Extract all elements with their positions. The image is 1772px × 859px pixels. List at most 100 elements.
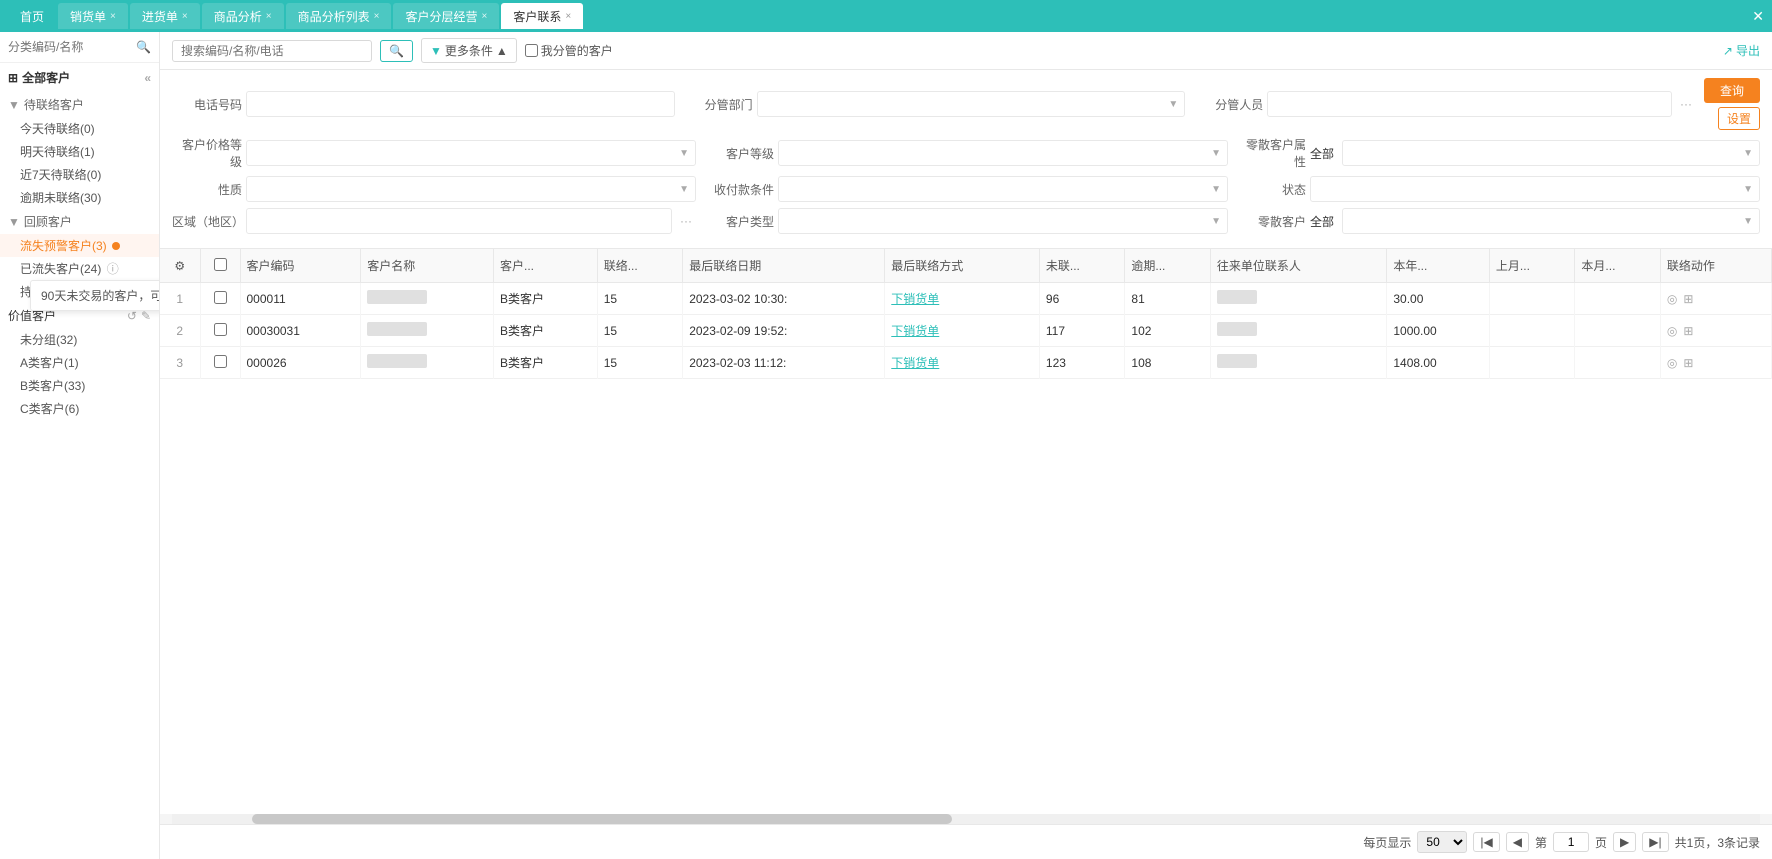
col-customer-type[interactable]: 客户... bbox=[494, 249, 598, 283]
per-page-select[interactable]: 50 100 bbox=[1417, 831, 1467, 853]
col-contact-count[interactable]: 联络... bbox=[597, 249, 683, 283]
col-action[interactable]: 联络动作 bbox=[1660, 249, 1771, 283]
row-last-month bbox=[1489, 315, 1575, 347]
col-overdue[interactable]: 逾期... bbox=[1125, 249, 1211, 283]
tab-product-analysis[interactable]: 商品分析 × bbox=[202, 3, 284, 29]
region-select[interactable] bbox=[246, 208, 672, 234]
dept-select[interactable]: ▼ bbox=[757, 91, 1186, 117]
sidebar-item-churned[interactable]: 已流失客户(24) ⓘ bbox=[0, 257, 159, 280]
close-tab-customer-contact[interactable]: × bbox=[565, 11, 571, 22]
query-button[interactable]: 查询 bbox=[1704, 78, 1760, 103]
last-page-button[interactable]: ▶| bbox=[1642, 832, 1668, 852]
more-action-icon[interactable]: ⊞ bbox=[1683, 356, 1693, 370]
col-code[interactable]: 客户编码 bbox=[240, 249, 361, 283]
sidebar-search-input[interactable] bbox=[8, 40, 132, 54]
row-action[interactable]: ◎ ⊞ bbox=[1660, 283, 1771, 315]
sidebar-item-ungrouped[interactable]: 未分组(32) bbox=[0, 328, 159, 351]
row-last-method[interactable]: 下销货单 bbox=[885, 347, 1040, 379]
customer-type-chevron: ▼ bbox=[1211, 216, 1221, 227]
tab-product-analysis-list[interactable]: 商品分析列表 × bbox=[286, 3, 392, 29]
more-action-icon[interactable]: ⊞ bbox=[1683, 324, 1693, 338]
sidebar-all-customers[interactable]: ⊞ 全部客户 « bbox=[0, 63, 159, 92]
customer-level-select[interactable]: ▼ bbox=[778, 140, 1228, 166]
tab-customer-layer[interactable]: 客户分层经营 × bbox=[393, 3, 499, 29]
row-last-method[interactable]: 下销货单 bbox=[885, 283, 1040, 315]
adv-filter-row-2: 客户价格等级 ▼ 客户等级 ▼ 零散客户属性 全部 bbox=[172, 136, 1760, 170]
more-action-icon[interactable]: ⊞ bbox=[1683, 292, 1693, 306]
row-checkbox[interactable] bbox=[200, 315, 240, 347]
adv-filter-row-3: 性质 ▼ 收付款条件 ▼ 状态 bbox=[172, 176, 1760, 202]
row-checkbox[interactable] bbox=[200, 283, 240, 315]
close-tab-sales-order[interactable]: × bbox=[110, 11, 116, 22]
payment-select[interactable]: ▼ bbox=[778, 176, 1228, 202]
sidebar-section-pending[interactable]: ▼ 待联络客户 bbox=[0, 92, 159, 117]
tab-purchase-order[interactable]: 进货单 × bbox=[130, 3, 200, 29]
scrollbar-thumb[interactable] bbox=[252, 814, 952, 824]
tab-sales-order[interactable]: 销货单 × bbox=[58, 3, 128, 29]
sidebar-item-b-class[interactable]: B类客户(33) bbox=[0, 374, 159, 397]
col-last-method[interactable]: 最后联络方式 bbox=[885, 249, 1040, 283]
tab-customer-contact[interactable]: 客户联系 × bbox=[501, 3, 583, 29]
export-button[interactable]: ↗ 导出 bbox=[1723, 42, 1760, 59]
select-all-checkbox[interactable] bbox=[214, 258, 227, 271]
sidebar-item-overdue[interactable]: 逾期未联络(30) bbox=[0, 186, 159, 209]
collapse-icon[interactable]: « bbox=[144, 71, 151, 85]
phone-input[interactable] bbox=[246, 91, 675, 117]
region-dots[interactable]: ··· bbox=[676, 214, 696, 228]
page-input[interactable] bbox=[1553, 832, 1589, 852]
window-close-button[interactable]: ✕ bbox=[1752, 8, 1764, 25]
close-tab-product-analysis-list[interactable]: × bbox=[374, 11, 380, 22]
sidebar-search-icon[interactable]: 🔍 bbox=[136, 40, 151, 54]
col-last-date[interactable]: 最后联络日期 bbox=[683, 249, 885, 283]
settings-button[interactable]: 设置 bbox=[1718, 107, 1760, 130]
info-icon: ⓘ bbox=[107, 262, 119, 276]
col-this-month[interactable]: 本月... bbox=[1575, 249, 1661, 283]
sidebar-item-a-class[interactable]: A类客户(1) bbox=[0, 351, 159, 374]
row-contact-person bbox=[1210, 315, 1386, 347]
status-select[interactable]: ▼ bbox=[1310, 176, 1760, 202]
sidebar-item-today[interactable]: 今天待联络(0) bbox=[0, 117, 159, 140]
zero-attr-select[interactable]: ▼ bbox=[1342, 140, 1760, 166]
zero-customer-select[interactable]: ▼ bbox=[1342, 208, 1760, 234]
close-tab-product-analysis[interactable]: × bbox=[266, 11, 272, 22]
row-checkbox[interactable] bbox=[200, 347, 240, 379]
sidebar-section-review[interactable]: ▼ 回顾客户 bbox=[0, 209, 159, 234]
row-action[interactable]: ◎ ⊞ bbox=[1660, 315, 1771, 347]
my-customers-checkbox[interactable] bbox=[525, 44, 538, 57]
col-settings[interactable]: ⚙ bbox=[160, 249, 200, 283]
settings-icon[interactable]: ⚙ bbox=[174, 259, 185, 273]
sidebar-item-c-class[interactable]: C类客户(6) bbox=[0, 397, 159, 420]
price-level-select[interactable]: ▼ bbox=[246, 140, 696, 166]
filter-icon[interactable]: 🔍 bbox=[380, 40, 413, 62]
col-last-month[interactable]: 上月... bbox=[1489, 249, 1575, 283]
col-checkbox[interactable] bbox=[200, 249, 240, 283]
sidebar-item-tomorrow[interactable]: 明天待联络(1) bbox=[0, 140, 159, 163]
contact-action-icon[interactable]: ◎ bbox=[1667, 292, 1677, 306]
next-page-button[interactable]: ▶ bbox=[1613, 832, 1636, 852]
sidebar-item-7days[interactable]: 近7天待联络(0) bbox=[0, 163, 159, 186]
col-contact-person[interactable]: 往来单位联系人 bbox=[1210, 249, 1386, 283]
contact-action-icon[interactable]: ◎ bbox=[1667, 356, 1677, 370]
horizontal-scrollbar[interactable] bbox=[172, 814, 1760, 824]
row-type: B类客户 bbox=[494, 347, 598, 379]
gender-select[interactable]: ▼ bbox=[246, 176, 696, 202]
prev-page-button[interactable]: ◀ bbox=[1506, 832, 1529, 852]
filter-search-input[interactable] bbox=[172, 40, 372, 62]
first-page-button[interactable]: |◀ bbox=[1473, 832, 1499, 852]
col-uncontacted[interactable]: 未联... bbox=[1039, 249, 1125, 283]
col-this-year[interactable]: 本年... bbox=[1387, 249, 1490, 283]
contact-action-icon[interactable]: ◎ bbox=[1667, 324, 1677, 338]
row-last-month bbox=[1489, 347, 1575, 379]
manager-dots[interactable]: ··· bbox=[1676, 97, 1696, 111]
manager-select[interactable] bbox=[1267, 91, 1672, 117]
row-action[interactable]: ◎ ⊞ bbox=[1660, 347, 1771, 379]
region-label: 区域（地区） bbox=[172, 213, 242, 230]
row-last-method[interactable]: 下销货单 bbox=[885, 315, 1040, 347]
more-conditions-button[interactable]: ▼ 更多条件 ▲ bbox=[421, 38, 517, 63]
close-tab-purchase-order[interactable]: × bbox=[182, 11, 188, 22]
sidebar-item-churn-warning[interactable]: 流失预警客户(3) bbox=[0, 234, 159, 257]
close-tab-customer-layer[interactable]: × bbox=[481, 11, 487, 22]
customer-type-select[interactable]: ▼ bbox=[778, 208, 1228, 234]
col-name[interactable]: 客户名称 bbox=[361, 249, 494, 283]
tab-home[interactable]: 首页 bbox=[8, 3, 56, 29]
